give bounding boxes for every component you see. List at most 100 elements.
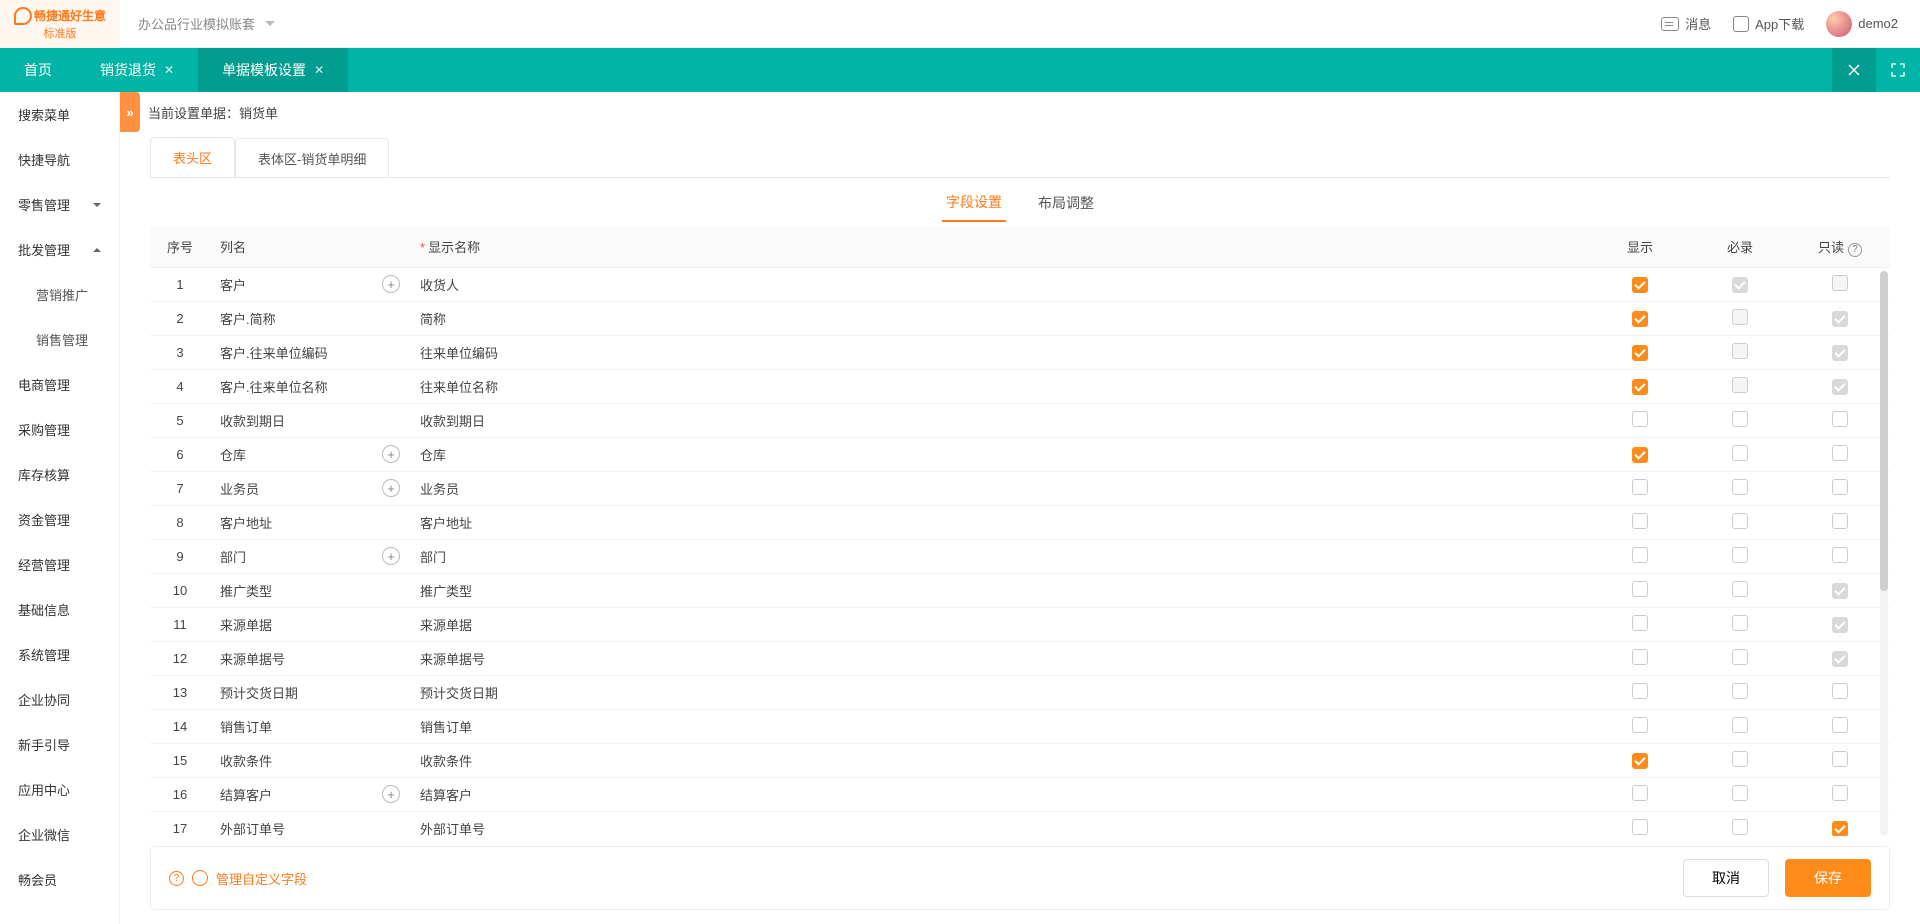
checkbox[interactable] — [1832, 751, 1848, 767]
cell-display-name[interactable]: 仓库 — [410, 437, 1590, 471]
checkbox[interactable] — [1632, 753, 1648, 769]
sidebar-item-6[interactable]: 电商管理 — [0, 362, 119, 407]
cell-display-name[interactable]: 销售订单 — [410, 709, 1590, 743]
checkbox[interactable] — [1632, 411, 1648, 427]
checkbox[interactable] — [1632, 345, 1648, 361]
checkbox[interactable] — [1732, 411, 1748, 427]
collapse-handle[interactable]: » — [120, 92, 140, 132]
save-button[interactable]: 保存 — [1785, 859, 1871, 897]
subnav-1[interactable]: 布局调整 — [1034, 185, 1098, 221]
cell-display-name[interactable]: 来源单据 — [410, 607, 1590, 641]
manage-custom-fields[interactable]: ? 管理自定义字段 — [169, 869, 307, 888]
checkbox[interactable] — [1732, 649, 1748, 665]
sidebar-item-14[interactable]: 新手引导 — [0, 722, 119, 767]
sidebar-item-8[interactable]: 库存核算 — [0, 452, 119, 497]
logo[interactable]: 畅捷通好生意 标准版 — [0, 0, 120, 48]
checkbox[interactable] — [1832, 717, 1848, 733]
checkbox[interactable] — [1832, 821, 1848, 836]
checkbox[interactable] — [1732, 819, 1748, 835]
app-download-button[interactable]: App下载 — [1733, 14, 1804, 33]
checkbox[interactable] — [1832, 445, 1848, 461]
sidebar-item-4[interactable]: 营销推广 — [0, 272, 119, 317]
cell-display-name[interactable]: 收款到期日 — [410, 403, 1590, 437]
checkbox[interactable] — [1632, 479, 1648, 495]
scrollbar[interactable] — [1880, 271, 1888, 836]
checkbox[interactable] — [1632, 717, 1648, 733]
user-menu[interactable]: demo2 — [1826, 11, 1898, 37]
scope-tab-0[interactable]: 表头区 — [150, 137, 235, 179]
checkbox[interactable] — [1832, 683, 1848, 699]
checkbox[interactable] — [1732, 717, 1748, 733]
scroll-thumb[interactable] — [1880, 271, 1888, 591]
scope-tab-1[interactable]: 表体区-销货单明细 — [235, 138, 389, 178]
sidebar-item-1[interactable]: 快捷导航 — [0, 137, 119, 182]
checkbox[interactable] — [1732, 751, 1748, 767]
cell-display-name[interactable]: 部门 — [410, 539, 1590, 573]
checkbox[interactable] — [1732, 615, 1748, 631]
sidebar-item-16[interactable]: 企业微信 — [0, 812, 119, 857]
cell-display-name[interactable]: 往来单位编码 — [410, 335, 1590, 369]
checkbox[interactable] — [1632, 379, 1648, 395]
checkbox[interactable] — [1632, 785, 1648, 801]
messages-button[interactable]: 消息 — [1661, 14, 1711, 33]
checkbox[interactable] — [1732, 513, 1748, 529]
sidebar-item-13[interactable]: 企业协同 — [0, 677, 119, 722]
cell-display-name[interactable]: 业务员 — [410, 471, 1590, 505]
checkbox[interactable] — [1632, 311, 1648, 327]
checkbox[interactable] — [1632, 683, 1648, 699]
tab-2[interactable]: 单据模板设置✕ — [198, 48, 348, 92]
cancel-button[interactable]: 取消 — [1683, 859, 1769, 897]
plus-icon[interactable]: + — [382, 275, 400, 293]
checkbox[interactable] — [1632, 277, 1648, 293]
account-set-select[interactable]: 办公品行业模拟账套 — [138, 14, 275, 33]
help-icon[interactable]: ? — [1848, 243, 1862, 257]
sidebar-item-2[interactable]: 零售管理 — [0, 182, 119, 227]
close-icon[interactable]: ✕ — [164, 63, 174, 77]
sidebar-item-3[interactable]: 批发管理 — [0, 227, 119, 272]
checkbox[interactable] — [1832, 547, 1848, 563]
checkbox[interactable] — [1732, 581, 1748, 597]
cell-display-name[interactable]: 收货人 — [410, 268, 1590, 302]
cell-display-name[interactable]: 客户地址 — [410, 505, 1590, 539]
plus-icon[interactable]: + — [382, 479, 400, 497]
checkbox[interactable] — [1732, 785, 1748, 801]
sidebar-item-15[interactable]: 应用中心 — [0, 767, 119, 812]
cell-display-name[interactable]: 外部订单号 — [410, 811, 1590, 836]
checkbox[interactable] — [1632, 615, 1648, 631]
sidebar-item-0[interactable]: 搜索菜单 — [0, 92, 119, 137]
checkbox[interactable] — [1832, 479, 1848, 495]
cell-display-name[interactable]: 预计交货日期 — [410, 675, 1590, 709]
checkbox[interactable] — [1732, 683, 1748, 699]
sidebar-item-9[interactable]: 资金管理 — [0, 497, 119, 542]
fullscreen-button[interactable] — [1876, 48, 1920, 92]
checkbox[interactable] — [1632, 649, 1648, 665]
plus-icon[interactable]: + — [382, 785, 400, 803]
sidebar-item-5[interactable]: 销售管理 — [0, 317, 119, 362]
close-icon[interactable]: ✕ — [314, 63, 324, 77]
cell-display-name[interactable]: 简称 — [410, 301, 1590, 335]
tab-0[interactable]: 首页 — [0, 48, 76, 92]
checkbox[interactable] — [1832, 785, 1848, 801]
checkbox[interactable] — [1732, 445, 1748, 461]
sidebar-item-10[interactable]: 经营管理 — [0, 542, 119, 587]
cell-display-name[interactable]: 来源单据号 — [410, 641, 1590, 675]
cell-display-name[interactable]: 推广类型 — [410, 573, 1590, 607]
checkbox[interactable] — [1732, 547, 1748, 563]
checkbox[interactable] — [1832, 513, 1848, 529]
checkbox[interactable] — [1832, 411, 1848, 427]
cell-display-name[interactable]: 往来单位名称 — [410, 369, 1590, 403]
sidebar-item-12[interactable]: 系统管理 — [0, 632, 119, 677]
cell-display-name[interactable]: 结算客户 — [410, 777, 1590, 811]
tab-1[interactable]: 销货退货✕ — [76, 48, 198, 92]
subnav-0[interactable]: 字段设置 — [942, 184, 1006, 222]
plus-icon[interactable]: + — [382, 445, 400, 463]
checkbox[interactable] — [1632, 513, 1648, 529]
plus-icon[interactable]: + — [382, 547, 400, 565]
checkbox[interactable] — [1632, 547, 1648, 563]
checkbox[interactable] — [1632, 581, 1648, 597]
checkbox[interactable] — [1632, 819, 1648, 835]
sidebar-item-11[interactable]: 基础信息 — [0, 587, 119, 632]
checkbox[interactable] — [1732, 479, 1748, 495]
cell-display-name[interactable]: 收款条件 — [410, 743, 1590, 777]
sidebar-item-7[interactable]: 采购管理 — [0, 407, 119, 452]
